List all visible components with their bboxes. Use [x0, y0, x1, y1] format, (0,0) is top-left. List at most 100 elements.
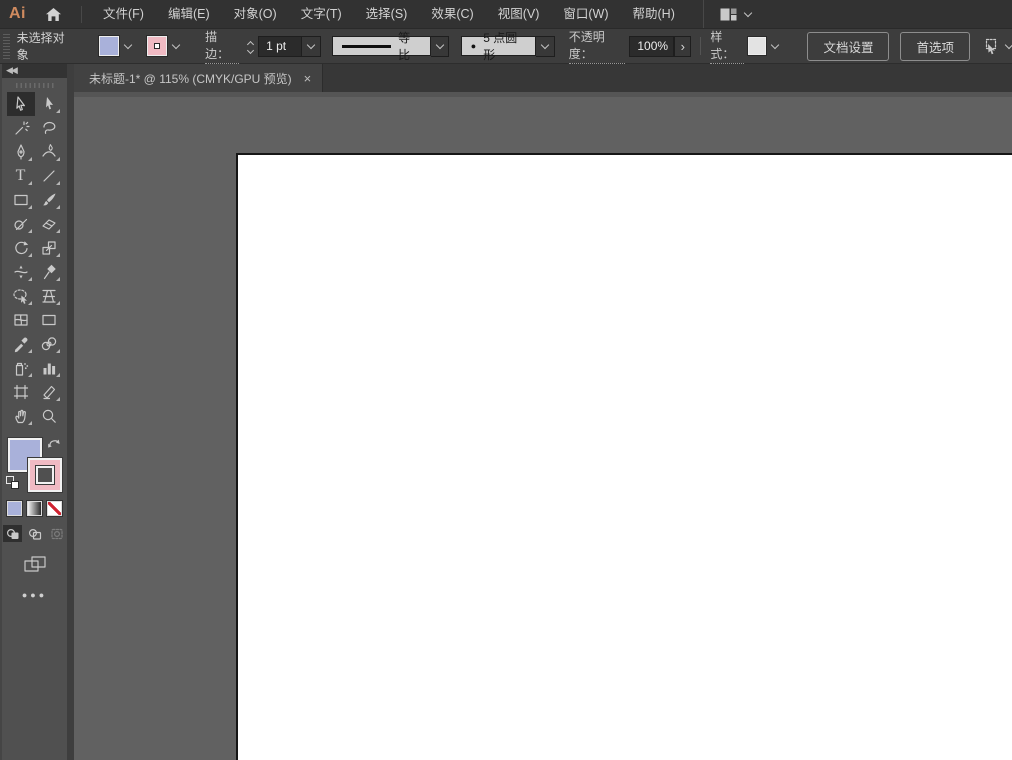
- align-options[interactable]: [981, 37, 1012, 56]
- paintbrush-icon: [42, 193, 55, 206]
- stroke-proxy-swatch[interactable]: [27, 458, 62, 492]
- home-button[interactable]: [35, 5, 72, 24]
- tool-rectangle[interactable]: [7, 188, 35, 212]
- canvas[interactable]: [74, 92, 1012, 760]
- menu-bar: Ai 文件(F) 编辑(E) 对象(O) 文字(T) 选择(S) 效果(C) 视…: [0, 0, 1012, 28]
- tab-close-icon[interactable]: ×: [304, 72, 312, 85]
- tool-symbol-sprayer[interactable]: [7, 356, 35, 380]
- menu-edit[interactable]: 编辑(E): [156, 0, 222, 28]
- edit-toolbar-button[interactable]: ●●●: [2, 590, 67, 600]
- swap-fill-stroke-button[interactable]: [47, 436, 61, 454]
- artboard[interactable]: [236, 153, 1012, 760]
- tool-blend[interactable]: [35, 332, 63, 356]
- tool-width[interactable]: [7, 260, 35, 284]
- brush-definition-label: 5 点圆形: [483, 31, 518, 62]
- selection-icon: [15, 96, 25, 111]
- stroke-color-dropdown[interactable]: [167, 35, 185, 57]
- panel-grip-handle[interactable]: [3, 33, 10, 59]
- curvature-icon: [41, 144, 56, 157]
- tool-hand[interactable]: [7, 404, 35, 428]
- stroke-weight-dropdown[interactable]: [302, 35, 322, 57]
- toolbar-grip-handle[interactable]: [15, 83, 54, 88]
- opacity-more-button[interactable]: ›: [674, 35, 692, 57]
- workspace-switcher[interactable]: [702, 0, 753, 28]
- shape-builder-icon: [12, 289, 27, 304]
- none-button[interactable]: [46, 500, 63, 517]
- opacity-panel-link[interactable]: 不透明度：: [568, 28, 626, 64]
- width-profile-widget[interactable]: 等比: [332, 31, 431, 62]
- magic-wand-icon: [14, 121, 30, 135]
- brush-definition-dropdown[interactable]: [535, 35, 555, 57]
- menu-effect[interactable]: 效果(C): [419, 0, 485, 28]
- tool-eyedropper[interactable]: [7, 332, 35, 356]
- draw-inside-button[interactable]: [47, 525, 66, 542]
- default-fill-stroke-button[interactable]: [5, 476, 19, 489]
- perspective-grid-icon: [41, 289, 56, 303]
- chevron-down-icon: [540, 40, 550, 49]
- eyedropper-icon: [14, 337, 27, 353]
- tool-direct-selection[interactable]: [35, 92, 63, 116]
- tool-artboard[interactable]: [7, 380, 35, 404]
- document-tab[interactable]: 未标题-1* @ 115% (CMYK/GPU 预览) ×: [74, 64, 324, 92]
- menu-select[interactable]: 选择(S): [354, 0, 420, 28]
- color-button[interactable]: [6, 500, 23, 517]
- menu-type[interactable]: 文字(T): [289, 0, 354, 28]
- tool-zoom[interactable]: [35, 404, 63, 428]
- brush-definition-widget[interactable]: ● 5 点圆形: [460, 31, 536, 62]
- draw-normal-button[interactable]: [3, 525, 22, 542]
- tool-type[interactable]: T: [7, 164, 35, 188]
- tool-scale[interactable]: [35, 236, 63, 260]
- tool-rotate[interactable]: [7, 236, 35, 260]
- color-type-buttons: [2, 500, 67, 517]
- style-swatch[interactable]: [747, 36, 768, 56]
- menu-window[interactable]: 窗口(W): [551, 0, 620, 28]
- tool-magic-wand[interactable]: [7, 116, 35, 140]
- hand-icon: [14, 409, 26, 424]
- rectangle-icon: [13, 194, 28, 206]
- chevron-down-icon: [123, 40, 133, 49]
- tool-eraser[interactable]: [35, 212, 63, 236]
- tool-line-segment[interactable]: [35, 164, 63, 188]
- menu-help[interactable]: 帮助(H): [621, 0, 687, 28]
- draw-behind-button[interactable]: [25, 525, 44, 542]
- tool-slice[interactable]: [35, 380, 63, 404]
- change-screen-mode-button[interactable]: [23, 555, 47, 574]
- gradient-button[interactable]: [26, 500, 43, 517]
- tool-pen[interactable]: [7, 140, 35, 164]
- swap-arrows-icon: [47, 439, 60, 448]
- tool-paintbrush[interactable]: [35, 188, 63, 212]
- stroke-weight-stepper[interactable]: [247, 39, 255, 55]
- tool-column-graph[interactable]: [35, 356, 63, 380]
- fill-color-swatch[interactable]: [98, 35, 121, 57]
- tool-lasso[interactable]: [35, 116, 63, 140]
- stroke-color-swatch[interactable]: [146, 35, 169, 57]
- tool-curvature[interactable]: [35, 140, 63, 164]
- document-tab-title: 未标题-1* @ 115% (CMYK/GPU 预览): [89, 71, 292, 86]
- document-setup-button[interactable]: 文档设置: [807, 31, 890, 61]
- tool-shape-builder[interactable]: [7, 284, 35, 308]
- tool-selection[interactable]: [6, 92, 35, 116]
- preferences-button[interactable]: 首选项: [900, 31, 970, 61]
- width-profile-dropdown[interactable]: [430, 35, 450, 57]
- toolbar-dock: ◀◀ T ●●●: [0, 64, 74, 760]
- style-dropdown[interactable]: [766, 35, 784, 57]
- tool-shaper[interactable]: [7, 212, 35, 236]
- symbol-sprayer-icon: [15, 362, 28, 376]
- stroke-panel-link[interactable]: 描边：: [205, 28, 240, 64]
- opacity-field[interactable]: 100%: [629, 35, 675, 57]
- tool-mesh[interactable]: [7, 308, 35, 332]
- tool-puppet-warp[interactable]: [35, 260, 63, 284]
- menu-view[interactable]: 视图(V): [486, 0, 552, 28]
- menu-file[interactable]: 文件(F): [91, 0, 156, 28]
- control-bar: 未选择对象 描边： 1 pt 等比 ● 5 点圆形 不透明度： 100% › 样…: [0, 28, 1012, 64]
- document-tab-bar: 未标题-1* @ 115% (CMYK/GPU 预览) ×: [74, 64, 1012, 92]
- tool-gradient[interactable]: [35, 308, 63, 332]
- menu-object[interactable]: 对象(O): [222, 0, 289, 28]
- column-graph-icon: [43, 363, 55, 375]
- style-panel-link[interactable]: 样式：: [710, 28, 745, 64]
- fill-color-dropdown[interactable]: [119, 35, 137, 57]
- tool-perspective-grid[interactable]: [35, 284, 63, 308]
- slice-icon: [42, 385, 55, 400]
- stroke-weight-field[interactable]: 1 pt: [258, 35, 303, 57]
- toolbar-collapse-button[interactable]: ◀◀: [2, 64, 67, 78]
